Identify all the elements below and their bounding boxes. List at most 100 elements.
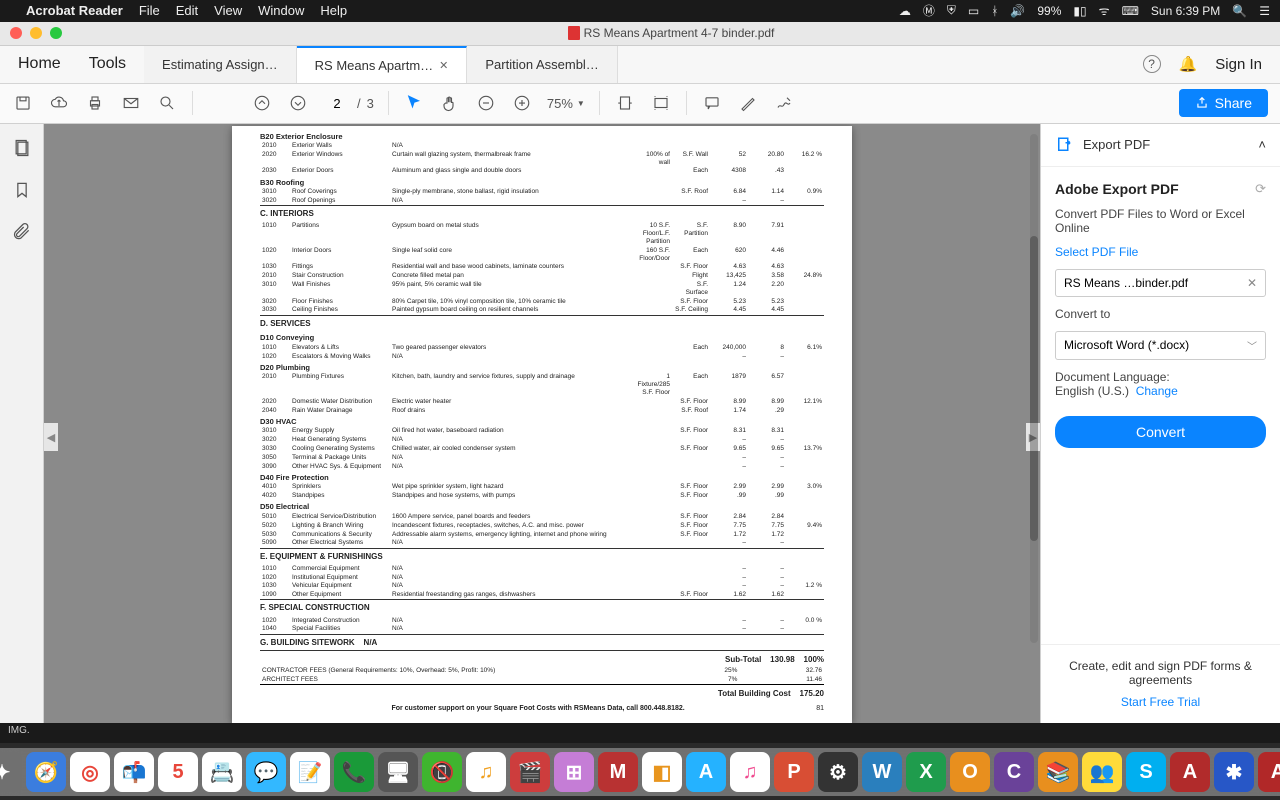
dock-app-icon[interactable]: ⊞ xyxy=(554,752,594,792)
menu-window[interactable]: Window xyxy=(258,3,304,18)
home-link[interactable]: Home xyxy=(18,55,61,73)
convert-button[interactable]: Convert xyxy=(1055,416,1266,448)
dock-app-icon[interactable]: 📇 xyxy=(202,752,242,792)
status-wifi-icon[interactable]: ᯤ xyxy=(1099,2,1110,19)
window-close-button[interactable] xyxy=(10,27,22,39)
dock-app-icon[interactable]: ♫ xyxy=(730,752,770,792)
dock-app-icon[interactable]: ◎ xyxy=(70,752,110,792)
dock-app-icon[interactable]: ✦ xyxy=(0,752,22,792)
bookmarks-icon[interactable] xyxy=(12,180,32,200)
highlight-icon[interactable] xyxy=(737,92,759,114)
status-battery-icon[interactable]: ▮▯ xyxy=(1073,4,1086,18)
menu-file[interactable]: File xyxy=(139,3,160,18)
status-keyboard-icon[interactable]: ⌨ xyxy=(1122,4,1139,18)
dock-app-icon[interactable]: ◧ xyxy=(642,752,682,792)
dock-app-icon[interactable]: A xyxy=(1170,752,1210,792)
status-shield-icon[interactable]: ⛨ xyxy=(947,3,956,18)
notifications-icon[interactable]: 🔔 xyxy=(1179,55,1198,73)
start-trial-link[interactable]: Start Free Trial xyxy=(1055,695,1266,709)
select-arrow-icon[interactable] xyxy=(403,92,425,114)
share-button[interactable]: Share xyxy=(1179,89,1268,117)
dock-app-icon[interactable]: W xyxy=(862,752,902,792)
dock-app-icon[interactable]: C xyxy=(994,752,1034,792)
tools-link[interactable]: Tools xyxy=(89,55,126,73)
page-up-icon[interactable] xyxy=(251,92,273,114)
dock-app-icon[interactable]: M xyxy=(598,752,638,792)
page-number-input[interactable] xyxy=(323,96,351,111)
page-down-icon[interactable] xyxy=(287,92,309,114)
cloud-icon[interactable] xyxy=(48,92,70,114)
status-cloud-icon[interactable]: ☁ xyxy=(899,4,911,18)
dock-app-icon[interactable]: ✱ xyxy=(1214,752,1254,792)
dock-app-icon[interactable]: 📵 xyxy=(422,752,462,792)
dock-app-icon[interactable]: 🧭 xyxy=(26,752,66,792)
zoom-in-icon[interactable] xyxy=(511,92,533,114)
document-tab[interactable]: RS Means Apartm…✕ xyxy=(297,46,468,83)
dock-app-icon[interactable]: S xyxy=(1126,752,1166,792)
status-display-icon[interactable]: ▭ xyxy=(968,4,979,18)
sign-icon[interactable] xyxy=(773,92,795,114)
document-tab[interactable]: Partition Assembl… xyxy=(467,46,617,83)
dock-app-icon[interactable]: A xyxy=(686,752,726,792)
dock-app-icon[interactable]: 📚 xyxy=(1038,752,1078,792)
menu-help[interactable]: Help xyxy=(320,3,347,18)
dock-app-icon[interactable]: ⚙ xyxy=(818,752,858,792)
status-volume-icon[interactable]: 🔊 xyxy=(1010,4,1025,18)
window-maximize-button[interactable] xyxy=(50,27,62,39)
doc-lang-change[interactable]: Change xyxy=(1136,384,1178,398)
fit-width-icon[interactable] xyxy=(614,92,636,114)
sign-in-link[interactable]: Sign In xyxy=(1215,56,1262,73)
status-bluetooth-icon[interactable]: ᚼ xyxy=(991,4,998,18)
dock-app-icon[interactable]: O xyxy=(950,752,990,792)
window-minimize-button[interactable] xyxy=(30,27,42,39)
zoom-out-icon[interactable] xyxy=(475,92,497,114)
fit-page-icon[interactable] xyxy=(650,92,672,114)
menu-view[interactable]: View xyxy=(214,3,242,18)
dock-app-icon[interactable]: 💬 xyxy=(246,752,286,792)
select-file-link[interactable]: Select PDF File xyxy=(1055,245,1266,259)
close-tab-icon[interactable]: ✕ xyxy=(439,59,448,72)
search-icon[interactable] xyxy=(156,92,178,114)
status-menu-icon[interactable]: ☰ xyxy=(1259,4,1270,18)
separator xyxy=(599,91,600,115)
app-name[interactable]: Acrobat Reader xyxy=(26,3,123,18)
comment-icon[interactable] xyxy=(701,92,723,114)
scrollbar-vertical[interactable] xyxy=(1030,134,1038,644)
dock-app-icon[interactable]: 🎬 xyxy=(510,752,550,792)
dock-app-icon[interactable]: 5 xyxy=(158,752,198,792)
attachments-icon[interactable] xyxy=(12,222,32,242)
chevron-up-icon: ˄ xyxy=(1258,137,1266,152)
convert-format-dropdown[interactable]: Microsoft Word (*.docx) ﹀ xyxy=(1055,331,1266,360)
print-icon[interactable] xyxy=(84,92,106,114)
export-pdf-header[interactable]: Export PDF ˄ xyxy=(1041,124,1280,167)
help-icon[interactable]: ? xyxy=(1143,55,1161,73)
main-area: ◀ B20 Exterior Enclosure2010Exterior Wal… xyxy=(0,124,1280,724)
clear-file-icon[interactable]: ✕ xyxy=(1247,276,1257,290)
export-pdf-label: Export PDF xyxy=(1083,137,1150,152)
dock-app-icon[interactable]: ♫ xyxy=(466,752,506,792)
dock-app-icon[interactable]: 📝 xyxy=(290,752,330,792)
dock-app-icon[interactable]: 📞 xyxy=(334,752,374,792)
dock-app-icon[interactable]: P xyxy=(774,752,814,792)
menu-edit[interactable]: Edit xyxy=(176,3,198,18)
dock-app-icon[interactable]: 📬 xyxy=(114,752,154,792)
dock-app-icon[interactable]: 👥 xyxy=(1082,752,1122,792)
document-tab[interactable]: Estimating Assign… xyxy=(144,46,297,83)
dock-app-icon[interactable]: 🖥 xyxy=(378,752,418,792)
status-spotlight-icon[interactable]: 🔍 xyxy=(1232,4,1247,18)
save-icon[interactable] xyxy=(12,92,34,114)
status-m-icon[interactable]: Ⓜ xyxy=(923,2,935,19)
status-clock[interactable]: Sun 6:39 PM xyxy=(1151,4,1220,18)
thumbnails-icon[interactable] xyxy=(12,138,32,158)
page-view[interactable]: ◀ B20 Exterior Enclosure2010Exterior Wal… xyxy=(44,124,1040,724)
zoom-dropdown[interactable]: 75% ▼ xyxy=(547,96,585,111)
selected-file-box[interactable]: RS Means …binder.pdf ✕ xyxy=(1055,269,1266,297)
hand-tool-icon[interactable] xyxy=(439,92,461,114)
refresh-icon[interactable]: ⟳ xyxy=(1255,181,1266,197)
email-icon[interactable] xyxy=(120,92,142,114)
prev-page-button[interactable]: ◀ xyxy=(44,423,58,451)
dock-app-icon[interactable]: A xyxy=(1258,752,1280,792)
separator xyxy=(686,91,687,115)
dock-app-icon[interactable]: X xyxy=(906,752,946,792)
convert-to-label: Convert to xyxy=(1055,307,1266,321)
